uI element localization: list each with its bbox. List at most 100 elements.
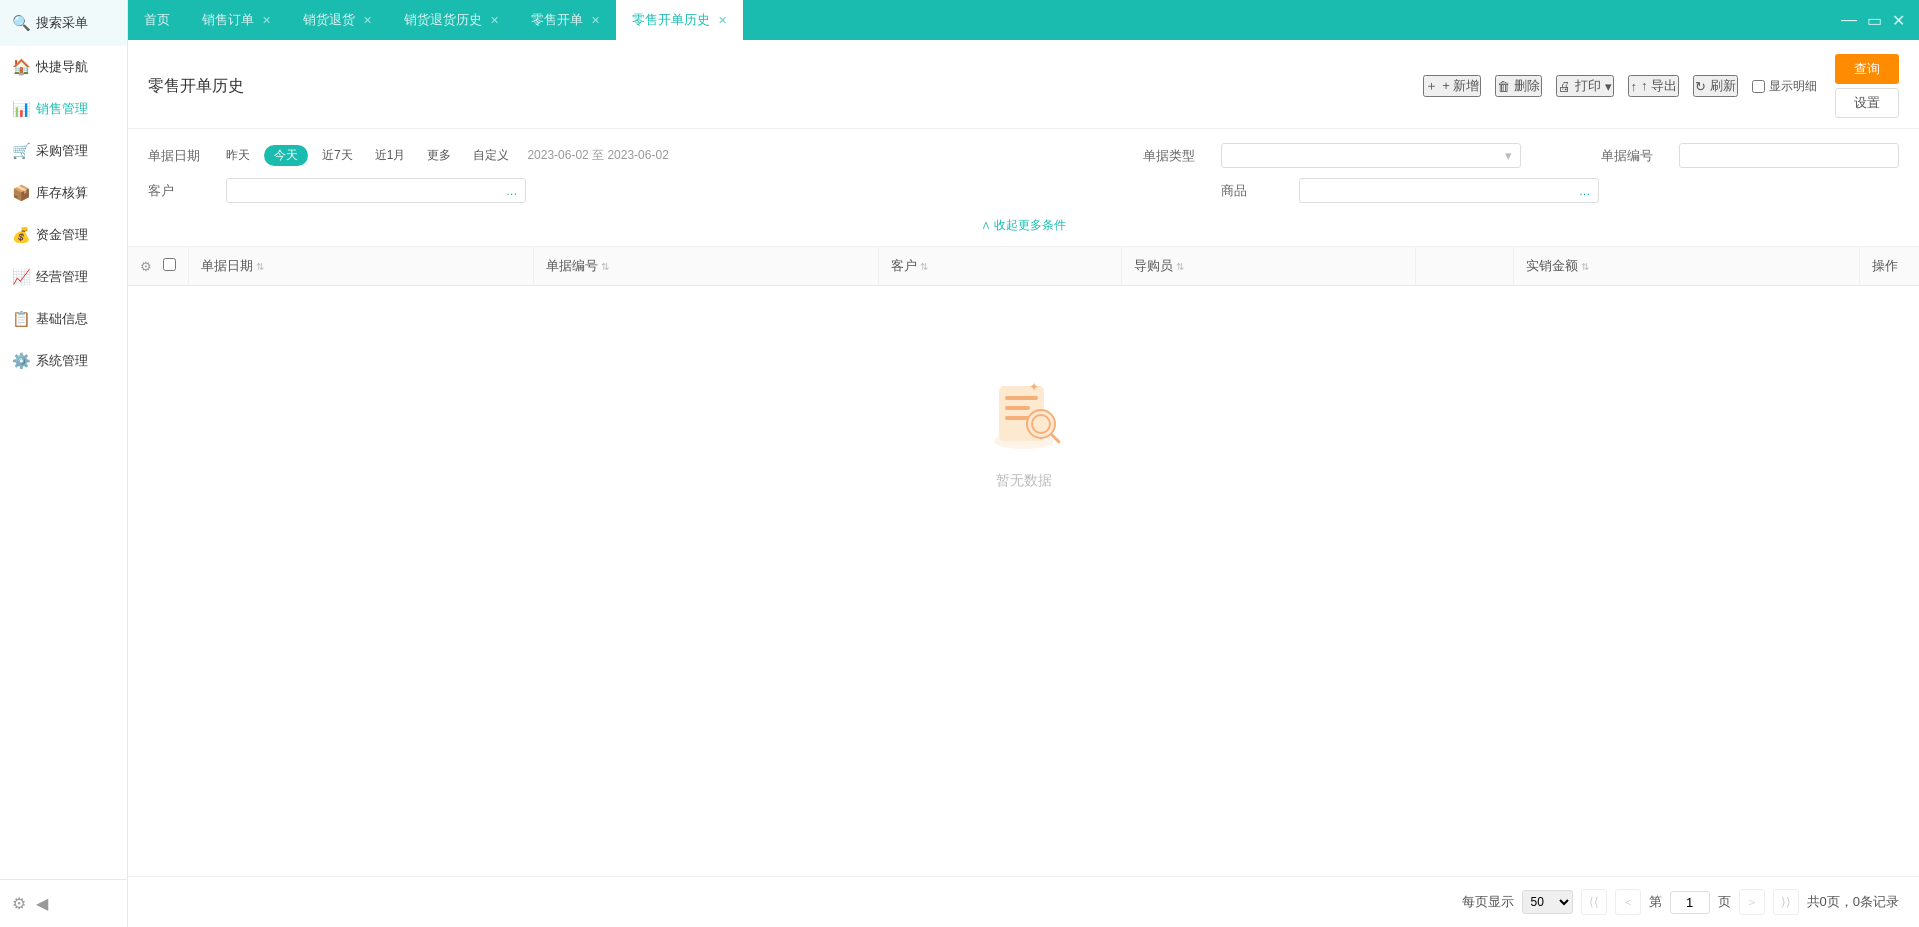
page-header: 零售开单历史 ＋ + 新增 🗑 删除 🖨 打印 ▾ ↑ ↑ 导出 xyxy=(128,40,1919,129)
customer-select[interactable]: ... xyxy=(226,178,526,203)
tab-label: 零售开单历史 xyxy=(632,11,710,29)
table-settings-icon[interactable]: ⚙ xyxy=(140,259,152,274)
tab-label: 零售开单 xyxy=(531,11,583,29)
th-date-sort[interactable]: 单据日期 ⇅ xyxy=(201,257,521,275)
tab-close-icon[interactable]: ✕ xyxy=(591,14,600,27)
th-date-label: 单据日期 xyxy=(201,257,253,275)
close-btn[interactable]: ✕ xyxy=(1892,11,1905,30)
date-pill-more[interactable]: 更多 xyxy=(419,145,459,166)
prev-page-btn[interactable]: ＜ xyxy=(1615,889,1641,915)
sidebar-search[interactable]: 🔍 搜索采单 xyxy=(0,0,127,46)
tab-close-icon[interactable]: ✕ xyxy=(490,14,499,27)
gear-icon: ⚙️ xyxy=(12,352,30,370)
export-button[interactable]: ↑ ↑ 导出 xyxy=(1628,75,1679,97)
add-button[interactable]: ＋ + 新增 xyxy=(1423,75,1481,97)
refresh-label: 刷新 xyxy=(1710,77,1736,95)
sidebar-item-label: 经营管理 xyxy=(36,268,88,286)
th-no-label: 单据编号 xyxy=(546,257,598,275)
collapse-label: 收起更多条件 xyxy=(994,218,1066,232)
sidebar-item-label: 销售管理 xyxy=(36,100,88,118)
print-icon: 🖨 xyxy=(1558,79,1571,94)
sidebar-item-finance[interactable]: 💰 资金管理 xyxy=(0,214,127,256)
tab-close-icon[interactable]: ✕ xyxy=(363,14,372,27)
page-title: 零售开单历史 xyxy=(148,76,244,97)
sidebar-item-label: 快捷导航 xyxy=(36,58,88,76)
th-salesperson-sort[interactable]: 导购员 ⇅ xyxy=(1134,257,1403,275)
filter-row-1: 单据日期 昨天 今天 近7天 近1月 更多 自定义 2023-06-02 至 2… xyxy=(148,143,1899,168)
tab-close-icon[interactable]: ✕ xyxy=(262,14,271,27)
sidebar-search-label: 搜索采单 xyxy=(36,14,88,32)
th-customer-sort[interactable]: 客户 ⇅ xyxy=(891,257,1109,275)
print-button[interactable]: 🖨 打印 ▾ xyxy=(1556,75,1614,97)
tab-sales-return[interactable]: 销货退货 ✕ xyxy=(287,0,388,40)
export-label: ↑ 导出 xyxy=(1641,77,1677,95)
page-input[interactable] xyxy=(1670,891,1710,914)
empty-cell: ✦ 暂无数据 xyxy=(128,286,1919,531)
sidebar-item-sales-mgmt[interactable]: 📊 销售管理 xyxy=(0,88,127,130)
money-icon: 💰 xyxy=(12,226,30,244)
doc-no-input[interactable] xyxy=(1679,143,1899,168)
doc-type-select[interactable]: ▾ xyxy=(1221,143,1521,168)
tab-close-icon[interactable]: ✕ xyxy=(718,14,727,27)
first-page-btn[interactable]: ⟨⟨ xyxy=(1581,889,1607,915)
sort-icon: ⇅ xyxy=(1581,261,1589,272)
filter-area: 单据日期 昨天 今天 近7天 近1月 更多 自定义 2023-06-02 至 2… xyxy=(128,129,1919,247)
th-spacer xyxy=(1416,247,1514,286)
restore-btn[interactable]: ▭ xyxy=(1867,11,1882,30)
page-label: 第 xyxy=(1649,893,1662,911)
page-size-label: 每页显示 xyxy=(1462,893,1514,911)
settings-button[interactable]: 设置 xyxy=(1835,88,1899,118)
tab-sales-order[interactable]: 销售订单 ✕ xyxy=(186,0,287,40)
date-pill-yesterday[interactable]: 昨天 xyxy=(218,145,258,166)
display-detail-checkbox[interactable] xyxy=(1752,80,1765,93)
query-button[interactable]: 查询 xyxy=(1835,54,1899,84)
tab-sales-return-history[interactable]: 销货退货历史 ✕ xyxy=(388,0,515,40)
select-all-checkbox[interactable] xyxy=(163,258,176,271)
tab-label: 销售订单 xyxy=(202,11,254,29)
box-icon: 📦 xyxy=(12,184,30,202)
date-pill-today[interactable]: 今天 xyxy=(264,145,308,166)
customer-ellipsis[interactable]: ... xyxy=(506,183,517,198)
sort-icon: ⇅ xyxy=(920,261,928,272)
product-ellipsis[interactable]: ... xyxy=(1579,183,1590,198)
collapse-sidebar-btn[interactable]: ◀ xyxy=(36,894,48,913)
doc-type-label: 单据类型 xyxy=(1143,147,1213,165)
tab-home[interactable]: 首页 xyxy=(128,0,186,40)
th-amount-sort[interactable]: 实销金额 ⇅ xyxy=(1526,257,1846,275)
date-pill-last1month[interactable]: 近1月 xyxy=(367,145,414,166)
th-date: 单据日期 ⇅ xyxy=(188,247,533,286)
tab-retail-open[interactable]: 零售开单 ✕ xyxy=(515,0,616,40)
tab-retail-open-history[interactable]: 零售开单历史 ✕ xyxy=(616,0,743,40)
date-pill-last7days[interactable]: 近7天 xyxy=(314,145,361,166)
display-detail-checkbox-label[interactable]: 显示明细 xyxy=(1752,78,1817,95)
sidebar-item-inventory[interactable]: 📦 库存核算 xyxy=(0,172,127,214)
product-select[interactable]: ... xyxy=(1299,178,1599,203)
date-pill-custom[interactable]: 自定义 xyxy=(465,145,517,166)
tab-label: 销货退货历史 xyxy=(404,11,482,29)
sidebar-item-base-info[interactable]: 📋 基础信息 xyxy=(0,298,127,340)
data-table: ⚙ 单据日期 ⇅ 单据编号 xyxy=(128,247,1919,530)
cart-icon: 🛒 xyxy=(12,142,30,160)
settings-bottom-btn[interactable]: ⚙ xyxy=(12,894,26,913)
sidebar-item-operations[interactable]: 📈 经营管理 xyxy=(0,256,127,298)
tab-label: 首页 xyxy=(144,11,170,29)
sidebar-item-label: 基础信息 xyxy=(36,310,88,328)
sort-icon: ⇅ xyxy=(601,261,609,272)
add-icon: ＋ xyxy=(1425,77,1438,95)
delete-button[interactable]: 🗑 删除 xyxy=(1495,75,1542,97)
date-range-text: 2023-06-02 至 2023-06-02 xyxy=(527,147,668,164)
sidebar-item-quick-nav[interactable]: 🏠 快捷导航 xyxy=(0,46,127,88)
minimize-btn[interactable]: — xyxy=(1841,11,1857,29)
page-size-select[interactable]: 10 20 50 100 xyxy=(1522,890,1573,914)
product-label: 商品 xyxy=(1221,182,1291,200)
sidebar-item-system-mgmt[interactable]: ⚙️ 系统管理 xyxy=(0,340,127,382)
content-area: 零售开单历史 ＋ + 新增 🗑 删除 🖨 打印 ▾ ↑ ↑ 导出 xyxy=(128,40,1919,927)
next-page-btn[interactable]: ＞ xyxy=(1739,889,1765,915)
last-page-btn[interactable]: ⟩⟩ xyxy=(1773,889,1799,915)
sidebar-bottom: ⚙ ◀ xyxy=(0,879,127,927)
refresh-button[interactable]: ↻ 刷新 xyxy=(1693,75,1738,97)
th-no-sort[interactable]: 单据编号 ⇅ xyxy=(546,257,866,275)
collapse-filter-bar[interactable]: ∧ 收起更多条件 xyxy=(148,213,1899,238)
sidebar-item-label: 库存核算 xyxy=(36,184,88,202)
sidebar-item-purchase-mgmt[interactable]: 🛒 采购管理 xyxy=(0,130,127,172)
